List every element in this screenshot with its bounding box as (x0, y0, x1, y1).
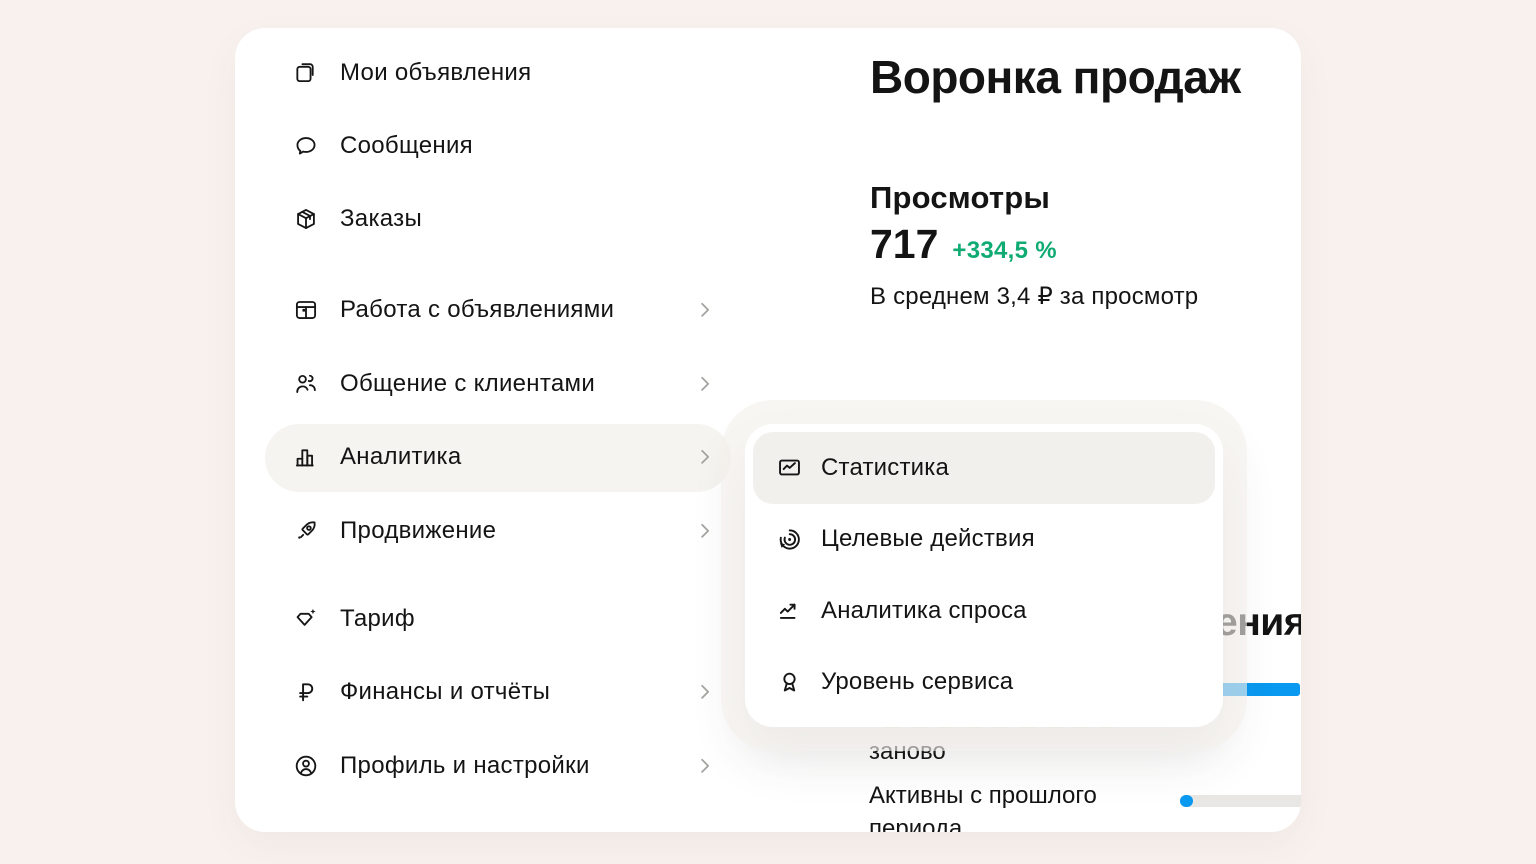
copy-icon (293, 60, 319, 86)
window-icon (293, 297, 319, 323)
sidebar-item-label: Финансы и отчёты (340, 678, 550, 706)
submenu-item-label: Целевые действия (821, 525, 1035, 553)
submenu-item-target-actions[interactable]: Целевые действия (753, 504, 1215, 576)
sidebar-item-label: Профиль и настройки (340, 752, 590, 780)
submenu-item-statistics[interactable]: Статистика (753, 432, 1215, 504)
sidebar-item-client-communication[interactable]: Общение с клиентами (293, 360, 717, 408)
sidebar-item-messages[interactable]: Сообщения (293, 122, 717, 170)
chat-icon (293, 133, 319, 159)
views-metric-value: 717 (870, 221, 938, 268)
chevron-right-icon (695, 520, 717, 542)
profile-icon (293, 753, 319, 779)
views-metric-caption: В среднем 3,4 ₽ за просмотр (870, 282, 1198, 311)
ruble-icon (293, 679, 319, 705)
sidebar-item-analytics[interactable]: Аналитика (293, 433, 717, 481)
sidebar-item-label: Работа с объявлениями (340, 296, 614, 324)
rocket-icon (293, 518, 319, 544)
target-actions-icon (775, 525, 803, 553)
menu-card: Воронка продаж Просмотры 717 +334,5 % В … (235, 28, 1301, 832)
chevron-right-icon (695, 299, 717, 321)
package-icon (293, 206, 319, 232)
sidebar-item-finance[interactable]: Финансы и отчёты (293, 668, 717, 716)
sidebar-item-label: Заказы (340, 205, 422, 233)
chevron-right-icon (695, 755, 717, 777)
sidebar-item-label: Общение с клиентами (340, 370, 595, 398)
bar-chart-icon (293, 444, 319, 470)
chevron-right-icon (695, 446, 717, 468)
progress-bar-track (1180, 795, 1301, 807)
medal-icon (775, 668, 803, 696)
analytics-submenu: Статистика Целевые действия Аналитика сп… (745, 424, 1223, 727)
sidebar-item-label: Аналитика (340, 443, 462, 471)
section-heading-partial: ения (1216, 601, 1301, 645)
chevron-right-icon (695, 373, 717, 395)
sidebar-item-label: Сообщения (340, 132, 473, 160)
views-metric-delta: +334,5 % (952, 237, 1056, 265)
sidebar-item-profile-settings[interactable]: Профиль и настройки (293, 742, 717, 790)
submenu-item-label: Уровень сервиса (821, 668, 1013, 696)
stats-chart-icon (775, 454, 803, 482)
sidebar-item-label: Продвижение (340, 517, 496, 545)
sidebar-item-promotion[interactable]: Продвижение (293, 507, 717, 555)
funnel-row-partial-label: заново (869, 738, 946, 766)
chevron-right-icon (695, 681, 717, 703)
gem-icon (293, 606, 319, 632)
sidebar-item-my-ads[interactable]: Мои объявления (293, 49, 717, 97)
sidebar-item-label: Мои объявления (340, 59, 531, 87)
submenu-item-demand-analytics[interactable]: Аналитика спроса (753, 575, 1215, 647)
sidebar-item-label: Тариф (340, 605, 415, 633)
submenu-item-label: Статистика (821, 454, 949, 482)
funnel-row-label: Активны с прошлого периода (869, 779, 1151, 832)
submenu-item-service-level[interactable]: Уровень сервиса (753, 647, 1215, 719)
page-background: Воронка продаж Просмотры 717 +334,5 % В … (0, 0, 1536, 864)
progress-bar-fill (1180, 795, 1193, 807)
sidebar-item-listings-work[interactable]: Работа с объявлениями (293, 286, 717, 334)
users-icon (293, 371, 319, 397)
views-metric-label: Просмотры (870, 180, 1050, 216)
sidebar-item-tariff[interactable]: Тариф (293, 595, 717, 643)
page-title: Воронка продаж (870, 50, 1240, 104)
sidebar-item-orders[interactable]: Заказы (293, 195, 717, 243)
views-metric-row: 717 +334,5 % (870, 221, 1057, 268)
submenu-item-label: Аналитика спроса (821, 597, 1027, 625)
trend-arrow-icon (775, 597, 803, 625)
